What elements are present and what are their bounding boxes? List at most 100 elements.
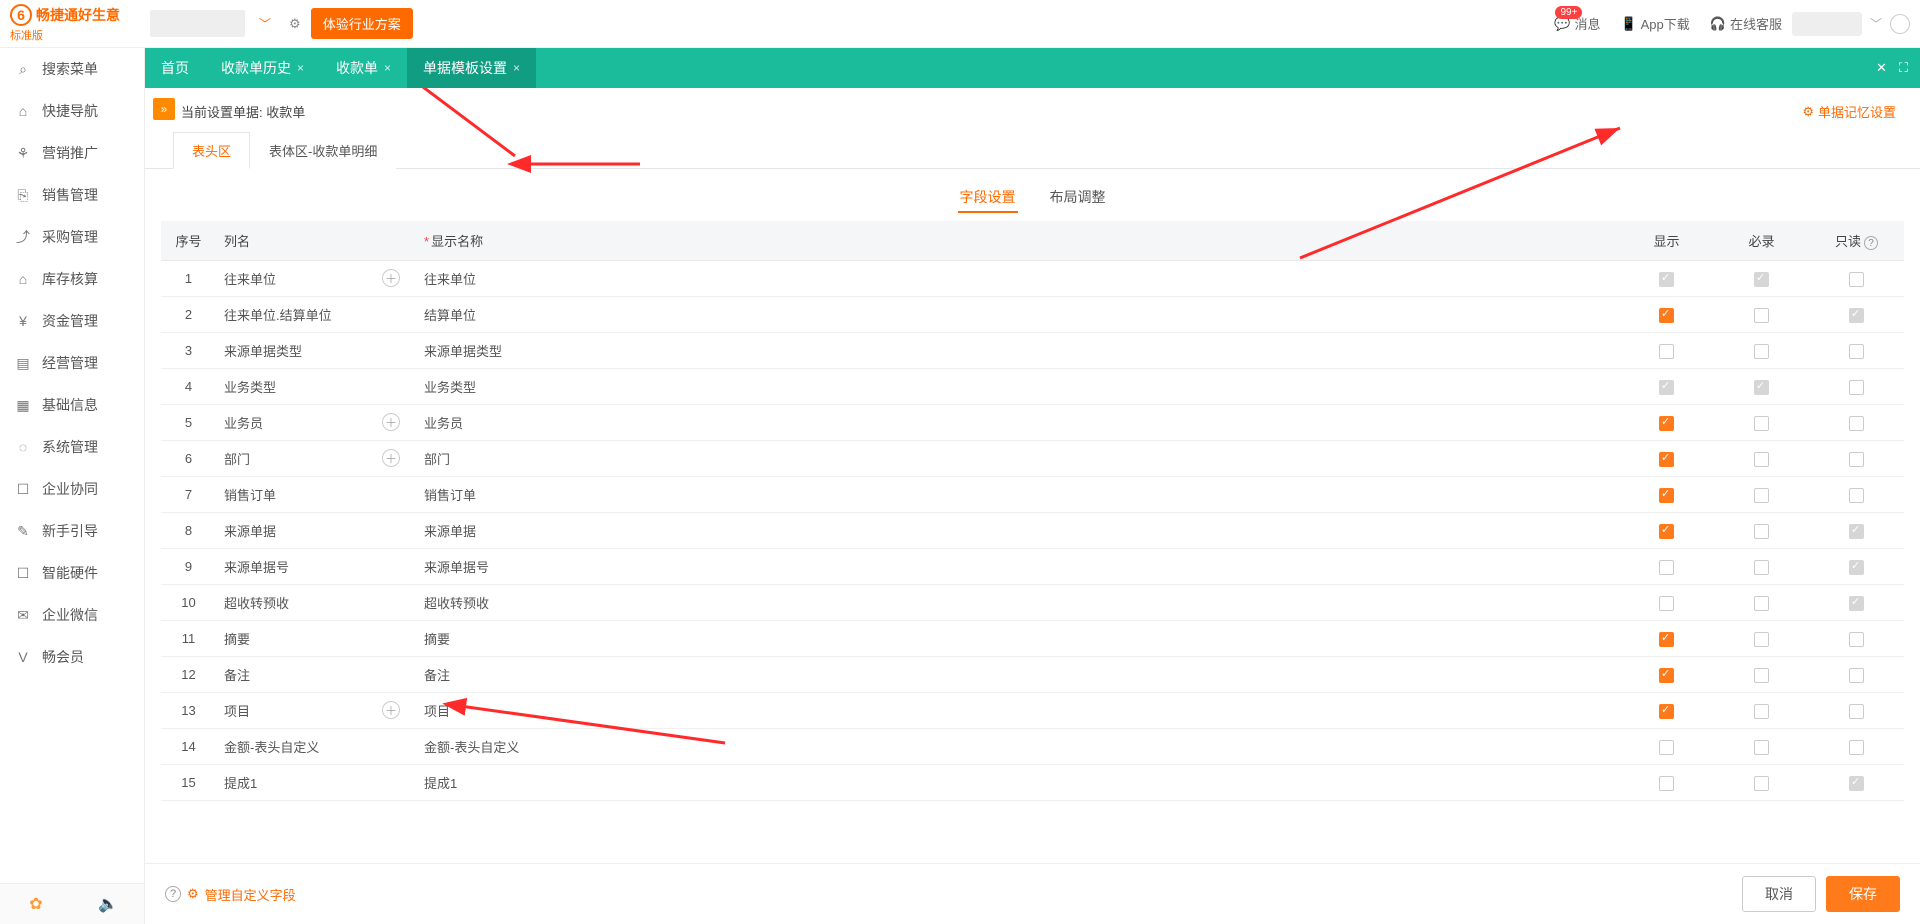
online-service-link[interactable]: 🎧 在线客服 — [1710, 14, 1782, 33]
checkbox[interactable] — [1849, 416, 1864, 431]
experience-plan-button[interactable]: 体验行业方案 — [311, 8, 413, 39]
close-icon[interactable]: × — [384, 61, 391, 75]
page-tab[interactable]: 收款单× — [320, 48, 407, 88]
fields-table-wrap[interactable]: 序号 列名 *显示名称 显示 必录 只读? 1往来单位＋往来单位2往来单位.结算… — [145, 221, 1920, 863]
checkbox[interactable] — [1659, 488, 1674, 503]
cell-display-name[interactable]: 金额-表头自定义 — [416, 729, 1619, 765]
checkbox[interactable] — [1754, 488, 1769, 503]
settings-icon[interactable]: ✿ — [0, 884, 72, 924]
checkbox[interactable] — [1754, 632, 1769, 647]
checkbox[interactable] — [1754, 668, 1769, 683]
add-icon[interactable]: ＋ — [382, 413, 400, 431]
sidebar-item[interactable]: ⚘营销推广 — [0, 132, 144, 174]
cell-display-name[interactable]: 来源单据号 — [416, 549, 1619, 585]
mid-tab[interactable]: 字段设置 — [958, 183, 1018, 213]
cell-display-name[interactable]: 往来单位 — [416, 261, 1619, 297]
checkbox[interactable] — [1659, 452, 1674, 467]
checkbox[interactable] — [1659, 416, 1674, 431]
mid-tab[interactable]: 布局调整 — [1048, 183, 1108, 213]
checkbox[interactable] — [1659, 560, 1674, 575]
checkbox[interactable] — [1754, 704, 1769, 719]
page-tab[interactable]: 单据模板设置× — [407, 48, 536, 88]
checkbox[interactable] — [1754, 524, 1769, 539]
sidebar-item[interactable]: ⎘销售管理 — [0, 174, 144, 216]
collapse-toggle-button[interactable]: » — [153, 98, 175, 120]
user-name[interactable] — [1792, 12, 1862, 36]
cell-display-name[interactable]: 项目 — [416, 693, 1619, 729]
sidebar-item[interactable]: ✉企业微信 — [0, 594, 144, 636]
cell-display-name[interactable]: 备注 — [416, 657, 1619, 693]
checkbox[interactable] — [1754, 344, 1769, 359]
checkbox[interactable] — [1659, 524, 1674, 539]
checkbox[interactable] — [1754, 596, 1769, 611]
checkbox[interactable] — [1659, 344, 1674, 359]
page-tab[interactable]: 收款单历史× — [205, 48, 320, 88]
sidebar-item[interactable]: ⌕搜索菜单 — [0, 48, 144, 90]
checkbox[interactable] — [1849, 380, 1864, 395]
sidebar-item[interactable]: ⌂库存核算 — [0, 258, 144, 300]
cell-display-name[interactable]: 业务类型 — [416, 369, 1619, 405]
user-dropdown-icon[interactable]: ﹀ — [1870, 15, 1882, 32]
sidebar-item[interactable]: ¥资金管理 — [0, 300, 144, 342]
sound-icon[interactable]: 🔈 — [72, 884, 144, 924]
sidebar-item[interactable]: ⤴采购管理 — [0, 216, 144, 258]
checkbox[interactable] — [1659, 668, 1674, 683]
org-name[interactable] — [150, 10, 245, 37]
app-download-link[interactable]: 📱 App下载 — [1620, 14, 1689, 33]
checkbox[interactable] — [1849, 344, 1864, 359]
cell-display-name[interactable]: 超收转预收 — [416, 585, 1619, 621]
cell-display-name[interactable]: 来源单据 — [416, 513, 1619, 549]
checkbox[interactable] — [1754, 560, 1769, 575]
checkbox[interactable] — [1849, 452, 1864, 467]
checkbox[interactable] — [1754, 740, 1769, 755]
cell-display-name[interactable]: 提成1 — [416, 765, 1619, 801]
cell-display-name[interactable]: 摘要 — [416, 621, 1619, 657]
sidebar-item[interactable]: ⌂快捷导航 — [0, 90, 144, 132]
cell-display-name[interactable]: 结算单位 — [416, 297, 1619, 333]
avatar[interactable] — [1890, 14, 1910, 34]
checkbox[interactable] — [1754, 452, 1769, 467]
close-all-icon[interactable]: ✕ — [1876, 60, 1887, 76]
checkbox[interactable] — [1659, 740, 1674, 755]
checkbox[interactable] — [1659, 308, 1674, 323]
cell-display-name[interactable]: 部门 — [416, 441, 1619, 477]
manage-custom-fields-link[interactable]: ? ⚙ 管理自定义字段 — [165, 885, 296, 904]
sidebar-item[interactable]: ✎新手引导 — [0, 510, 144, 552]
checkbox[interactable] — [1849, 704, 1864, 719]
checkbox[interactable] — [1849, 488, 1864, 503]
checkbox[interactable] — [1659, 704, 1674, 719]
add-icon[interactable]: ＋ — [382, 701, 400, 719]
cancel-button[interactable]: 取消 — [1742, 876, 1816, 912]
cell-display-name[interactable]: 来源单据类型 — [416, 333, 1619, 369]
checkbox[interactable] — [1659, 632, 1674, 647]
checkbox[interactable] — [1849, 740, 1864, 755]
sidebar-item[interactable]: V畅会员 — [0, 636, 144, 678]
page-tab[interactable]: 首页 — [145, 48, 205, 88]
close-icon[interactable]: × — [297, 61, 304, 75]
checkbox[interactable] — [1659, 776, 1674, 791]
checkbox[interactable] — [1849, 668, 1864, 683]
checkbox[interactable] — [1659, 596, 1674, 611]
section-tab[interactable]: 表体区-收款单明细 — [250, 132, 396, 169]
cell-display-name[interactable]: 业务员 — [416, 405, 1619, 441]
close-icon[interactable]: × — [513, 61, 520, 75]
save-button[interactable]: 保存 — [1826, 876, 1900, 912]
messages-link[interactable]: 💬 消息 99+ — [1554, 14, 1600, 33]
cell-display-name[interactable]: 销售订单 — [416, 477, 1619, 513]
checkbox[interactable] — [1849, 632, 1864, 647]
sidebar-item[interactable]: ◌系统管理 — [0, 426, 144, 468]
fullscreen-icon[interactable]: ⛶ — [1899, 60, 1908, 76]
section-tab[interactable]: 表头区 — [173, 132, 250, 169]
checkbox[interactable] — [1754, 308, 1769, 323]
checkbox[interactable] — [1754, 416, 1769, 431]
checkbox[interactable] — [1754, 776, 1769, 791]
sidebar-item[interactable]: ▤经营管理 — [0, 342, 144, 384]
checkbox[interactable] — [1849, 272, 1864, 287]
gear-icon[interactable]: ⚙ — [289, 16, 301, 32]
chevron-down-icon[interactable]: ﹀ — [259, 15, 271, 32]
memory-settings-link[interactable]: ⚙ 单据记忆设置 — [1802, 102, 1896, 121]
add-icon[interactable]: ＋ — [382, 269, 400, 287]
sidebar-item[interactable]: ▦基础信息 — [0, 384, 144, 426]
add-icon[interactable]: ＋ — [382, 449, 400, 467]
sidebar-item[interactable]: ☐智能硬件 — [0, 552, 144, 594]
